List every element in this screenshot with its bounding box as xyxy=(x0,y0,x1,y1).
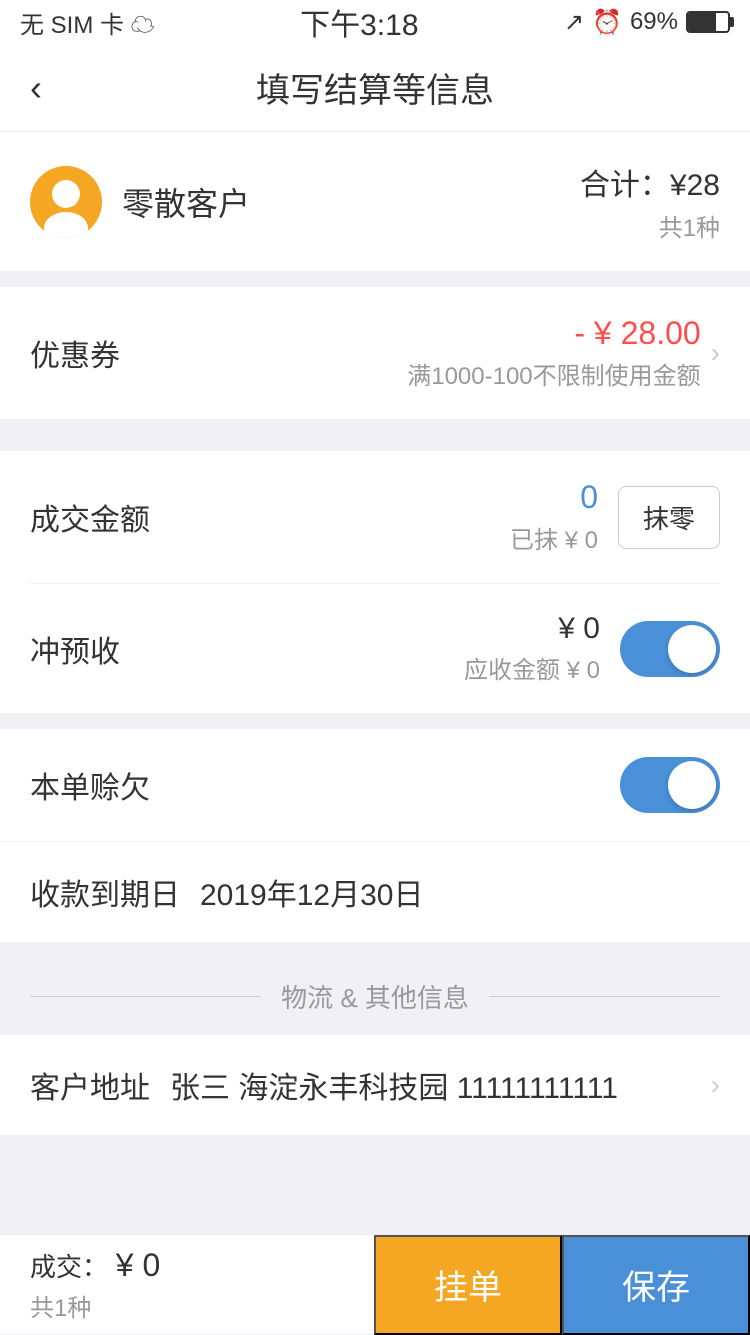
total-count: 共1种 xyxy=(580,208,720,243)
battery-percent: 69% xyxy=(630,8,678,36)
nav-bar: ‹ 填写结算等信息 xyxy=(0,44,750,132)
customer-section: 零散客户 合计：¥28 共1种 xyxy=(0,132,750,271)
status-left: 无 SIM 卡 ☁ xyxy=(20,5,155,40)
prereceipt-sub: 应收金额 ¥ 0 xyxy=(464,650,600,685)
logistics-section-header: 物流 & 其他信息 xyxy=(0,958,750,1035)
coupon-info: - ¥ 28.00 满1000-100不限制使用金额 xyxy=(407,315,700,391)
due-date-label: 收款到期日 xyxy=(30,870,180,914)
avatar xyxy=(30,166,102,238)
address-chevron-icon: › xyxy=(711,1069,720,1101)
deal-amount-row: 成交金额 0 已抹 ¥ 0 抹零 xyxy=(30,451,720,584)
coupon-discount: - ¥ 28.00 xyxy=(407,315,700,352)
prereceipt-amount-area: ¥ 0 应收金额 ¥ 0 xyxy=(464,612,600,685)
coupon-desc: 满1000-100不限制使用金额 xyxy=(407,356,700,391)
credit-section: 本单赊欠 xyxy=(0,729,750,841)
round-button[interactable]: 抹零 xyxy=(618,486,720,549)
deal-section: 成交金额 0 已抹 ¥ 0 抹零 冲预收 ¥ 0 应收金额 ¥ 0 xyxy=(0,451,750,713)
address-label: 客户地址 xyxy=(30,1063,150,1107)
coupon-row[interactable]: 优惠券 - ¥ 28.00 满1000-100不限制使用金额 › xyxy=(0,287,750,419)
page-title: 填写结算等信息 xyxy=(256,63,494,112)
prereceipt-label: 冲预收 xyxy=(30,627,120,671)
sim-status: 无 SIM 卡 ☁ xyxy=(20,5,155,40)
bottom-deal-amount: ¥ 0 xyxy=(116,1247,160,1283)
logistics-line-left xyxy=(30,996,261,997)
save-button[interactable]: 保存 xyxy=(562,1235,750,1335)
due-date-value: 2019年12月30日 xyxy=(200,870,423,914)
bottom-left: 成交： ¥ 0 共1种 xyxy=(0,1247,374,1323)
bottom-deal-row: 成交： ¥ 0 xyxy=(30,1247,344,1284)
credit-label: 本单赊欠 xyxy=(30,763,150,807)
section-separator-3 xyxy=(0,942,750,958)
address-section[interactable]: 客户地址 张三 海淀永丰科技园 11111111111 › xyxy=(0,1035,750,1135)
prereceipt-right: ¥ 0 应收金额 ¥ 0 xyxy=(464,612,720,685)
bottom-count: 共1种 xyxy=(30,1288,344,1323)
address-value: 张三 海淀永丰科技园 11111111111 xyxy=(170,1063,711,1107)
prereceipt-row: 冲预收 ¥ 0 应收金额 ¥ 0 xyxy=(30,584,720,713)
alarm-icon: ⏰ xyxy=(592,8,622,37)
customer-name: 零散客户 xyxy=(122,179,250,225)
hold-button[interactable]: 挂单 xyxy=(374,1235,562,1335)
customer-row: 零散客户 合计：¥28 共1种 xyxy=(0,132,750,271)
avatar-icon xyxy=(30,166,102,238)
status-bar: 无 SIM 卡 ☁ 下午3:18 ↗ ⏰ 69% xyxy=(0,0,750,44)
credit-toggle[interactable] xyxy=(620,757,720,813)
deal-amount-sub: 已抹 ¥ 0 xyxy=(510,520,598,555)
prereceipt-amount: ¥ 0 xyxy=(464,612,600,646)
chevron-right-icon: › xyxy=(711,337,720,369)
customer-total: 合计：¥28 共1种 xyxy=(580,160,720,243)
back-button[interactable]: ‹ xyxy=(30,67,42,109)
location-icon: ↗ xyxy=(564,8,584,37)
battery-icon xyxy=(686,11,730,33)
section-separator-1 xyxy=(0,435,750,451)
due-date-section: 收款到期日 2019年12月30日 xyxy=(0,841,750,942)
coupon-label: 优惠券 xyxy=(30,331,120,375)
due-date-row: 收款到期日 2019年12月30日 xyxy=(30,870,720,914)
customer-left: 零散客户 xyxy=(30,166,250,238)
deal-amount-area: 0 已抹 ¥ 0 xyxy=(510,479,598,555)
toggle-knob xyxy=(668,625,716,673)
bottom-bar: 成交： ¥ 0 共1种 挂单 保存 xyxy=(0,1234,750,1334)
logistics-label: 物流 & 其他信息 xyxy=(261,978,489,1015)
credit-toggle-knob xyxy=(668,761,716,809)
status-time: 下午3:18 xyxy=(300,0,418,44)
coupon-section[interactable]: 优惠券 - ¥ 28.00 满1000-100不限制使用金额 › xyxy=(0,287,750,419)
status-right: ↗ ⏰ 69% xyxy=(564,8,730,37)
deal-amount-right: 0 已抹 ¥ 0 抹零 xyxy=(510,479,720,555)
deal-amount-value: 0 xyxy=(510,479,598,516)
bottom-deal-label: 成交： xyxy=(30,1252,108,1282)
deal-amount-label: 成交金额 xyxy=(30,495,150,539)
section-separator-2 xyxy=(0,713,750,729)
prereceipt-toggle[interactable] xyxy=(620,621,720,677)
total-amount: 合计：¥28 xyxy=(580,160,720,204)
logistics-line-right xyxy=(489,996,720,997)
coupon-right[interactable]: - ¥ 28.00 满1000-100不限制使用金额 › xyxy=(407,315,720,391)
